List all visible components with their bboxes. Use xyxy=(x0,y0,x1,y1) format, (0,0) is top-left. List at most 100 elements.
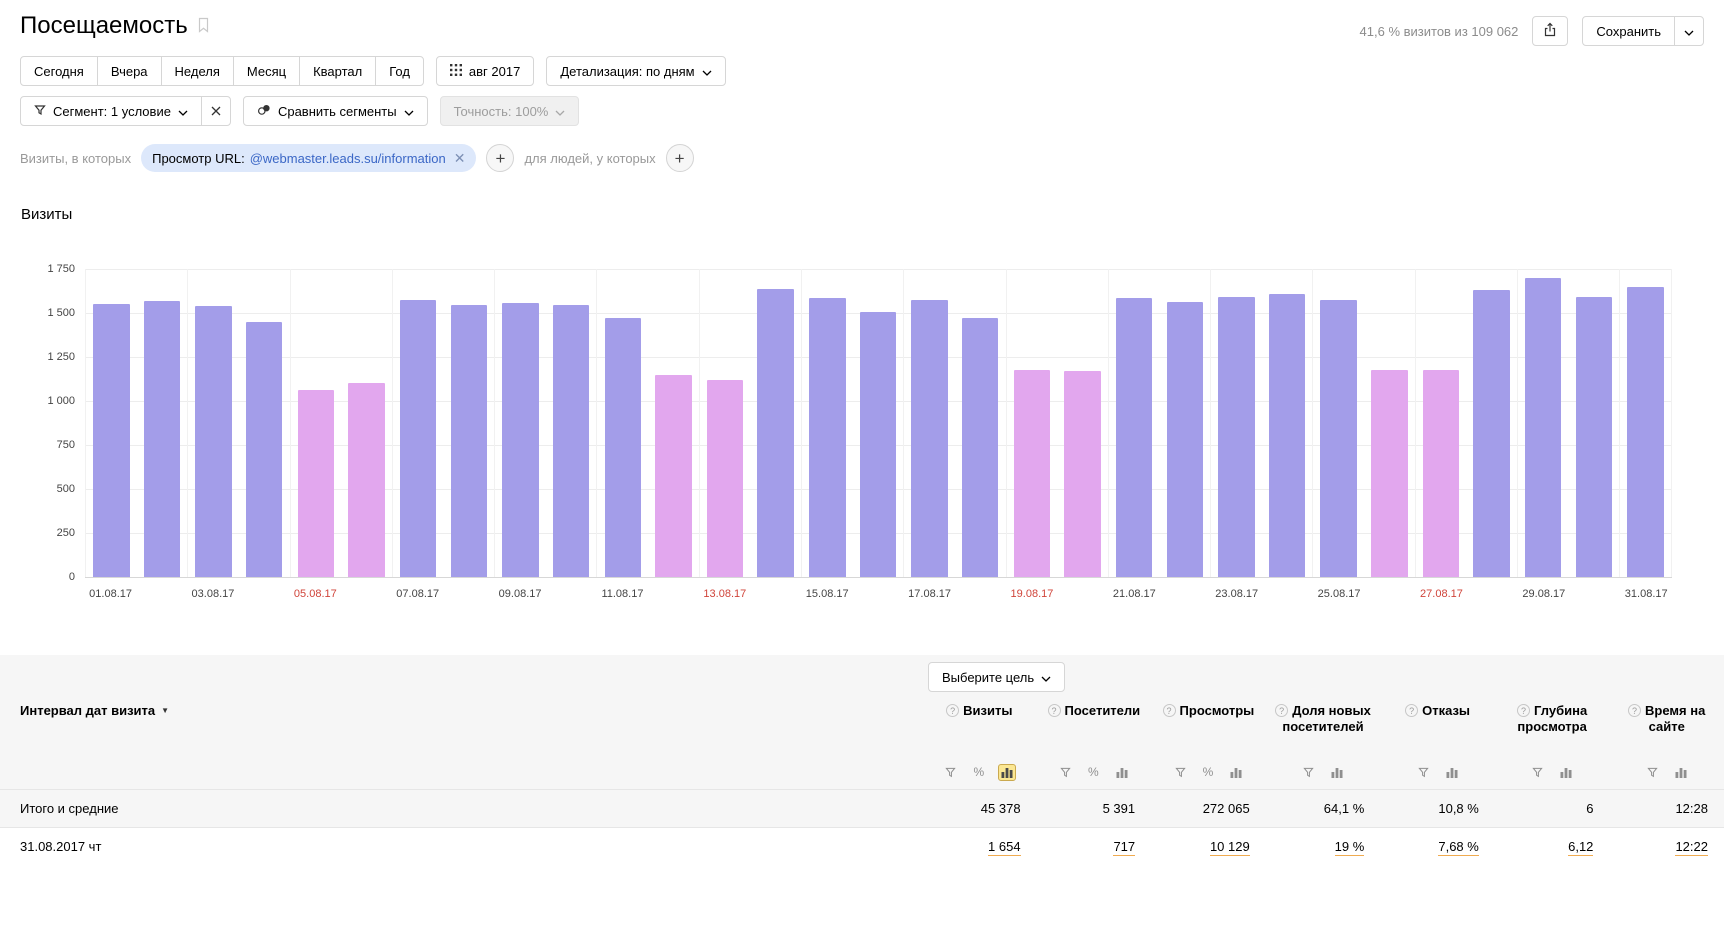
help-icon[interactable]: ? xyxy=(1047,704,1061,717)
bar-4[interactable] xyxy=(246,321,283,577)
filter-icon[interactable] xyxy=(1300,764,1317,781)
bar-8[interactable] xyxy=(450,305,488,577)
compare-segments-button[interactable]: Сравнить сегменты xyxy=(242,96,428,126)
chart-icon[interactable] xyxy=(1227,764,1245,781)
visits-condition-label: Визиты, в которых xyxy=(20,150,132,166)
metric-label: Просмотры xyxy=(1179,703,1255,718)
cell-value[interactable]: 7,68 % xyxy=(1438,839,1479,856)
save-dropdown-button[interactable] xyxy=(1674,16,1704,46)
period-year-button[interactable]: Год xyxy=(375,56,424,86)
x-axis-label: 05.08.17 xyxy=(293,588,337,600)
bar-11[interactable] xyxy=(604,318,641,577)
bar-17[interactable] xyxy=(911,299,948,577)
filter-icon[interactable] xyxy=(1644,764,1661,781)
export-button[interactable] xyxy=(1532,16,1569,46)
period-quarter-button[interactable]: Квартал xyxy=(299,56,377,86)
bar-31[interactable] xyxy=(1627,287,1664,577)
help-icon[interactable]: ? xyxy=(1405,704,1419,717)
bar-16[interactable] xyxy=(859,312,897,577)
add-visit-condition-button[interactable]: + xyxy=(486,144,515,172)
chip-close-icon[interactable]: ✕ xyxy=(454,150,466,167)
metric-header-3[interactable]: ? Доля новых посетителей xyxy=(1266,697,1381,736)
bookmark-icon[interactable] xyxy=(197,17,210,36)
period-week-button[interactable]: Неделя xyxy=(160,56,234,86)
metric-header-0[interactable]: ? Визиты xyxy=(922,697,1037,719)
cell-value[interactable]: 717 xyxy=(1113,839,1136,856)
y-axis-tick: 0 xyxy=(68,571,75,583)
accuracy-button[interactable]: Точность: 100% xyxy=(439,96,580,126)
bar-23[interactable] xyxy=(1218,297,1255,577)
segment-button[interactable]: Сегмент: 1 условие xyxy=(20,96,202,126)
bar-7[interactable] xyxy=(399,299,437,577)
bar-10[interactable] xyxy=(552,305,590,577)
filter-icon[interactable] xyxy=(1415,764,1432,781)
help-icon[interactable]: ? xyxy=(1162,704,1176,717)
cell-value[interactable]: 10 129 xyxy=(1209,839,1250,856)
bar-26[interactable] xyxy=(1371,370,1408,577)
metric-header-2[interactable]: ? Просмотры xyxy=(1151,697,1266,719)
bar-22[interactable] xyxy=(1166,301,1203,577)
cell-value[interactable]: 1 654 xyxy=(988,839,1021,856)
bar-15[interactable] xyxy=(809,298,846,577)
cell-value[interactable]: 19 % xyxy=(1334,839,1365,856)
metric-header-4[interactable]: ? Отказы xyxy=(1380,697,1495,719)
bar-2[interactable] xyxy=(143,300,181,577)
chart-icon[interactable] xyxy=(1557,764,1575,781)
table-header-row: Интервал дат визита ▼ ? Визиты? Посетители… xyxy=(0,697,1724,755)
bar-28[interactable] xyxy=(1473,290,1510,577)
segment-clear-button[interactable] xyxy=(200,96,231,126)
metric-header-1[interactable]: ? Посетители xyxy=(1037,697,1152,719)
chart-icon[interactable] xyxy=(1672,764,1690,781)
bar-27[interactable] xyxy=(1422,370,1460,577)
filter-icon[interactable] xyxy=(1172,764,1189,781)
percent-icon[interactable]: % xyxy=(970,763,987,781)
cell-value: 45 378 xyxy=(980,801,1021,816)
help-icon[interactable]: ? xyxy=(1517,704,1531,717)
period-yesterday-button[interactable]: Вчера xyxy=(96,56,162,86)
detail-level-button[interactable]: Детализация: по дням xyxy=(546,56,726,86)
bar-3[interactable] xyxy=(195,305,232,577)
percent-icon[interactable]: % xyxy=(1200,763,1217,781)
help-icon[interactable]: ? xyxy=(1628,704,1642,717)
bar-18[interactable] xyxy=(961,318,999,577)
chart-icon[interactable] xyxy=(1113,764,1131,781)
filter-icon[interactable] xyxy=(1057,764,1074,781)
chip-url-link[interactable]: @webmaster.leads.su/information xyxy=(250,151,446,166)
bar-13[interactable] xyxy=(706,379,744,577)
bar-12[interactable] xyxy=(655,374,692,577)
bar-14[interactable] xyxy=(757,289,794,577)
url-filter-chip[interactable]: Просмотр URL: @webmaster.leads.su/inform… xyxy=(141,144,477,172)
date-column-header[interactable]: Интервал дат визита ▼ xyxy=(0,697,922,718)
bar-21[interactable] xyxy=(1115,298,1153,577)
bar-25[interactable] xyxy=(1320,299,1357,577)
bar-29[interactable] xyxy=(1525,277,1562,577)
cell-value[interactable]: 12:22 xyxy=(1675,839,1708,856)
metric-header-6[interactable]: ? Время на сайте xyxy=(1609,697,1724,736)
chart-icon[interactable] xyxy=(1443,764,1461,781)
select-goal-button[interactable]: Выберите цель xyxy=(928,662,1066,692)
metric-header-5[interactable]: ? Глубина просмотра xyxy=(1495,697,1610,736)
bar-9[interactable] xyxy=(502,303,539,577)
bar-6[interactable] xyxy=(348,383,385,577)
period-month-button[interactable]: Месяц xyxy=(232,56,301,86)
bar-19[interactable] xyxy=(1013,370,1051,577)
filter-icon[interactable] xyxy=(1529,764,1546,781)
date-range-button[interactable]: авг 2017 xyxy=(435,56,535,86)
period-today-button[interactable]: Сегодня xyxy=(20,56,98,86)
bar-24[interactable] xyxy=(1268,293,1306,577)
help-icon[interactable]: ? xyxy=(1275,704,1289,717)
funnel-icon xyxy=(34,104,46,119)
bar-30[interactable] xyxy=(1575,297,1613,577)
save-button[interactable]: Сохранить xyxy=(1582,16,1675,46)
filter-icon[interactable] xyxy=(942,764,959,781)
help-icon[interactable]: ? xyxy=(946,704,960,717)
percent-icon[interactable]: % xyxy=(1085,763,1102,781)
bar-5[interactable] xyxy=(297,390,335,577)
chart-icon[interactable] xyxy=(1328,764,1346,781)
bar-1[interactable] xyxy=(93,304,130,577)
add-people-condition-button[interactable]: + xyxy=(665,144,694,172)
chart-icon[interactable] xyxy=(998,763,1017,781)
cell-value[interactable]: 6,12 xyxy=(1568,839,1594,856)
visits-chart: 0 250 500 750 1 000 1 250 1 500 1 750 01.08.17 0… xyxy=(47,263,1672,600)
bar-20[interactable] xyxy=(1064,371,1101,577)
